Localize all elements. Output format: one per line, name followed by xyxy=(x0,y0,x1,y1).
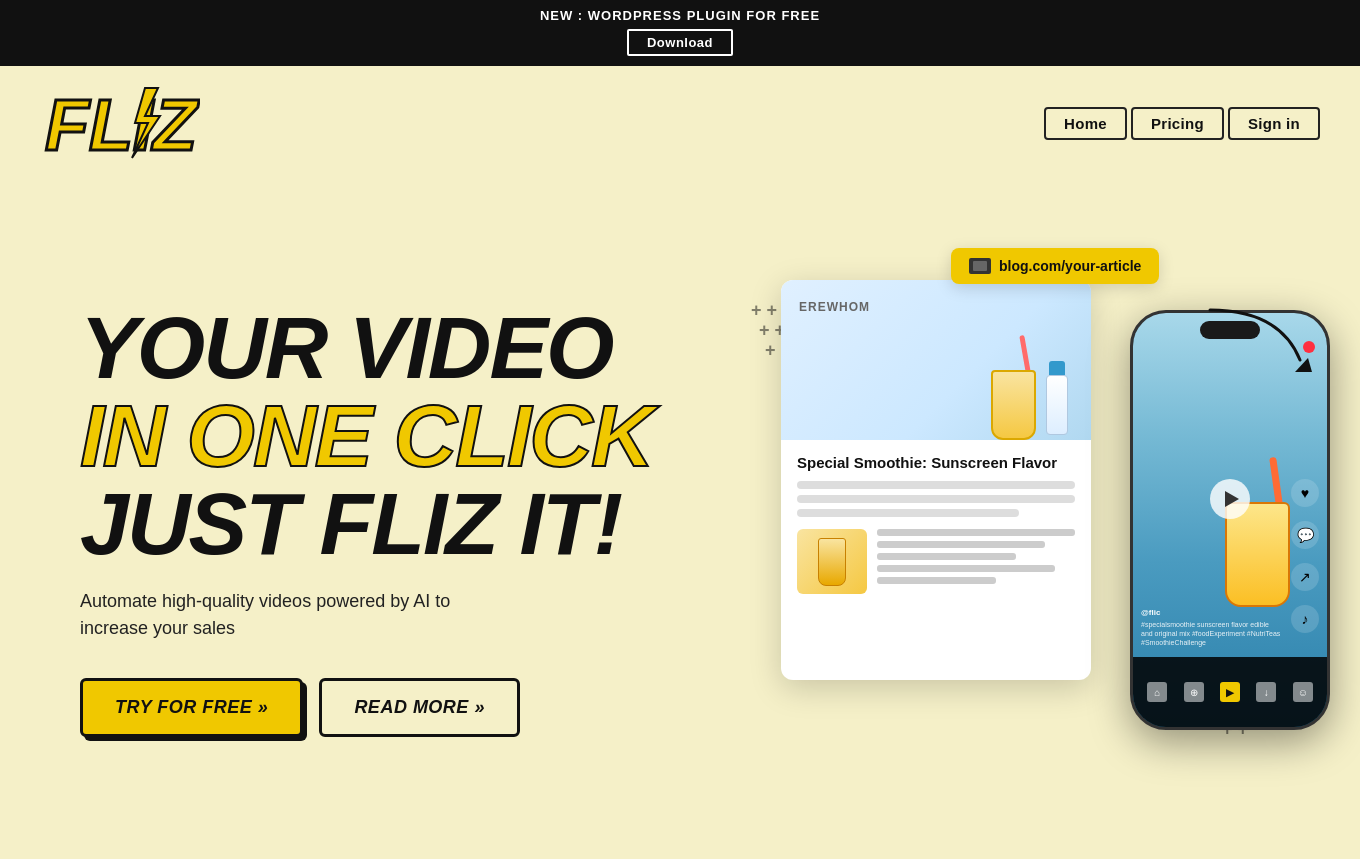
logo-svg: FLIZ xyxy=(40,78,200,168)
sunscreen-bottle xyxy=(1043,355,1071,435)
tiktok-like-icon[interactable]: ♥ xyxy=(1291,479,1319,507)
url-icon-inner xyxy=(973,261,987,271)
tiktok-caption: #specialsmoothie sunscreen flavor edible… xyxy=(1141,620,1282,647)
phone-profile-icon[interactable]: ☺ xyxy=(1293,682,1313,702)
nav-pricing[interactable]: Pricing xyxy=(1131,107,1224,140)
text-line xyxy=(877,553,1016,560)
article-image-area: EREWHOM xyxy=(781,280,1091,440)
text-line xyxy=(877,577,996,584)
thumb-cup xyxy=(818,538,846,586)
tiktok-music-icon[interactable]: ♪ xyxy=(1291,605,1319,633)
nav-links: Home Pricing Sign in xyxy=(1044,107,1320,140)
nav-home[interactable]: Home xyxy=(1044,107,1127,140)
download-button[interactable]: Download xyxy=(627,29,733,56)
article-thumb-row xyxy=(797,529,1075,594)
svg-text:FLIZ: FLIZ xyxy=(45,85,200,165)
bottle-cap xyxy=(1049,361,1065,375)
text-line xyxy=(877,565,1055,572)
url-text: blog.com/your-article xyxy=(999,258,1141,274)
phone-download-icon[interactable]: ↓ xyxy=(1256,682,1276,702)
hero-section: YOUR VIDEO IN ONE CLICK JUST FLIZ IT! Au… xyxy=(0,180,1360,859)
phone-tiktok-icon[interactable]: ▶ xyxy=(1220,682,1240,702)
navbar: FLIZ Home Pricing Sign in xyxy=(0,66,1360,180)
cup-body xyxy=(991,370,1036,440)
article-title: Special Smoothie: Sunscreen Flavor xyxy=(797,454,1075,471)
article-line xyxy=(797,509,1019,517)
url-icon xyxy=(969,258,991,274)
phone-home-icon[interactable]: ⌂ xyxy=(1147,682,1167,702)
hero-subtitle: Automate high-quality videos powered by … xyxy=(80,588,500,642)
read-more-button[interactable]: READ MORE » xyxy=(319,678,520,737)
hero-illustration: + + + + + + + + + blog.com/your-article … xyxy=(751,260,1300,780)
plus-decoration-3: + xyxy=(765,340,776,361)
try-for-free-button[interactable]: TRY FOR FREE » xyxy=(80,678,303,737)
hero-title-line1: YOUR VIDEO xyxy=(80,304,751,392)
article-mockup: EREWHOM Special Smoothie: Sunscreen Flav… xyxy=(781,280,1091,680)
tiktok-username: @flic xyxy=(1141,608,1282,617)
top-banner: NEW : WORDPRESS PLUGIN FOR FREE Download xyxy=(0,0,1360,66)
article-line xyxy=(797,495,1075,503)
tiktok-comment-icon[interactable]: 💬 xyxy=(1291,521,1319,549)
plus-decoration-1: + + xyxy=(751,300,777,321)
tiktok-caption-area: @flic #specialsmoothie sunscreen flavor … xyxy=(1141,608,1282,647)
url-tooltip: blog.com/your-article xyxy=(951,248,1159,284)
article-line xyxy=(797,481,1075,489)
hero-title-line3: JUST FLIZ IT! xyxy=(80,480,751,568)
article-thumbnail xyxy=(797,529,867,594)
tiktok-share-icon[interactable]: ↗ xyxy=(1291,563,1319,591)
phone-bottom-nav: ⌂ ⊕ ▶ ↓ ☺ xyxy=(1133,657,1327,727)
play-icon xyxy=(1225,491,1239,507)
bottle-body xyxy=(1046,375,1068,435)
logo[interactable]: FLIZ xyxy=(40,78,200,168)
tiktok-sidebar: ♥ 💬 ↗ ♪ xyxy=(1291,479,1319,633)
banner-text: NEW : WORDPRESS PLUGIN FOR FREE xyxy=(16,8,1344,23)
hero-title-line2: IN ONE CLICK xyxy=(80,392,751,480)
hero-cta-buttons: TRY FOR FREE » READ MORE » xyxy=(80,678,751,737)
text-line xyxy=(877,541,1045,548)
nav-signin[interactable]: Sign in xyxy=(1228,107,1320,140)
article-text-lines xyxy=(877,529,1075,584)
phone-search-icon[interactable]: ⊕ xyxy=(1184,682,1204,702)
play-button[interactable] xyxy=(1210,479,1250,519)
article-lines xyxy=(797,481,1075,517)
erewhon-label: EREWHOM xyxy=(799,300,870,314)
hero-content-left: YOUR VIDEO IN ONE CLICK JUST FLIZ IT! Au… xyxy=(80,304,751,737)
arrow-icon xyxy=(1200,300,1320,380)
svg-marker-2 xyxy=(1295,358,1312,372)
smoothie-cup xyxy=(986,340,1041,440)
text-line xyxy=(877,529,1075,536)
article-content: Special Smoothie: Sunscreen Flavor xyxy=(781,440,1091,608)
